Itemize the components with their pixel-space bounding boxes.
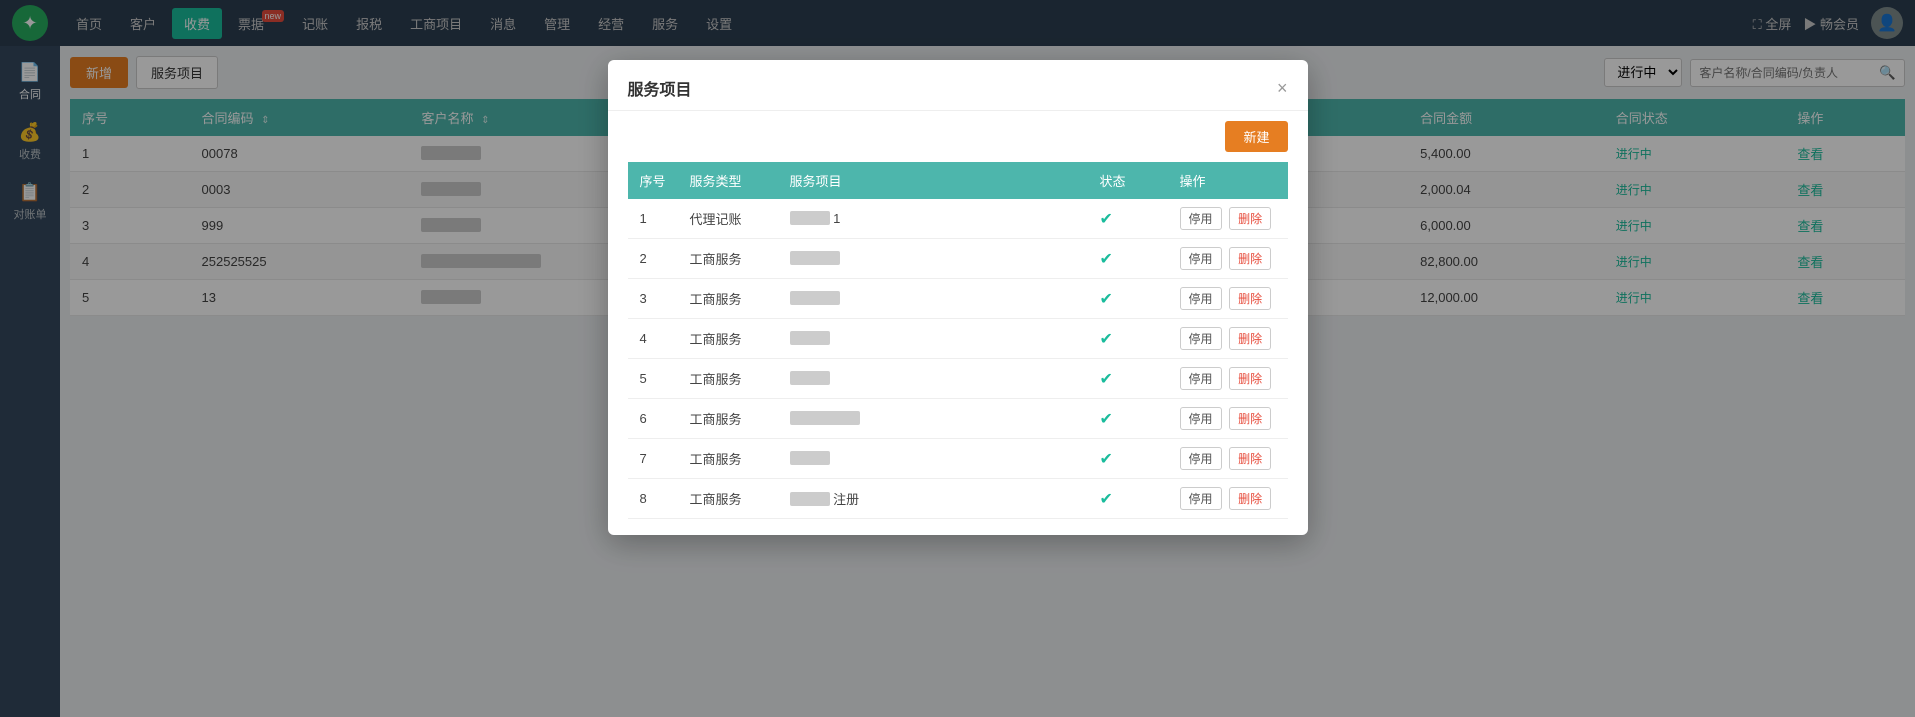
row-status: ✔: [1088, 319, 1168, 359]
service-row: 4 工商服务 ✔ 停用 删除: [628, 319, 1288, 359]
row-status: ✔: [1088, 479, 1168, 519]
delete-button[interactable]: 删除: [1229, 447, 1271, 470]
blurred-item: [790, 291, 840, 305]
delete-button[interactable]: 删除: [1229, 367, 1271, 390]
row-item: 注册: [778, 479, 1088, 519]
row-action: 停用 删除: [1168, 279, 1288, 319]
stop-button[interactable]: 停用: [1180, 447, 1222, 470]
modal-title: 服务项目: [628, 76, 692, 100]
col-item: 服务项目: [778, 162, 1088, 199]
service-row: 7 工商服务 ✔ 停用 删除: [628, 439, 1288, 479]
service-row: 1 代理记账 1 ✔ 停用 删除: [628, 199, 1288, 239]
row-seq: 3: [628, 279, 678, 319]
stop-button[interactable]: 停用: [1180, 407, 1222, 430]
stop-button[interactable]: 停用: [1180, 327, 1222, 350]
row-action: 停用 删除: [1168, 399, 1288, 439]
row-action: 停用 删除: [1168, 199, 1288, 239]
delete-button[interactable]: 删除: [1229, 487, 1271, 510]
stop-button[interactable]: 停用: [1180, 287, 1222, 310]
row-item: [778, 279, 1088, 319]
status-check-icon: ✔: [1100, 291, 1113, 308]
modal-close-button[interactable]: ×: [1277, 79, 1288, 97]
delete-button[interactable]: 删除: [1229, 207, 1271, 230]
row-item: [778, 439, 1088, 479]
row-type: 工商服务: [678, 439, 778, 479]
row-type: 代理记账: [678, 199, 778, 239]
row-status: ✔: [1088, 439, 1168, 479]
modal-new-button[interactable]: 新建: [1225, 121, 1287, 152]
row-seq: 2: [628, 239, 678, 279]
blurred-item: [790, 211, 830, 225]
row-seq: 8: [628, 479, 678, 519]
status-check-icon: ✔: [1100, 491, 1113, 508]
row-status: ✔: [1088, 399, 1168, 439]
stop-button[interactable]: 停用: [1180, 247, 1222, 270]
delete-button[interactable]: 删除: [1229, 327, 1271, 350]
service-row: 6 工商服务 ✔ 停用 删除: [628, 399, 1288, 439]
service-modal: 服务项目 × 新建 序号 服务类型 服务项目 状态 操作: [608, 60, 1308, 535]
row-seq: 1: [628, 199, 678, 239]
row-status: ✔: [1088, 199, 1168, 239]
row-action: 停用 删除: [1168, 319, 1288, 359]
delete-button[interactable]: 删除: [1229, 407, 1271, 430]
row-type: 工商服务: [678, 319, 778, 359]
blurred-item: [790, 251, 840, 265]
row-seq: 7: [628, 439, 678, 479]
stop-button[interactable]: 停用: [1180, 367, 1222, 390]
status-check-icon: ✔: [1100, 371, 1113, 388]
row-type: 工商服务: [678, 399, 778, 439]
delete-button[interactable]: 删除: [1229, 287, 1271, 310]
row-item: [778, 359, 1088, 399]
row-type: 工商服务: [678, 359, 778, 399]
row-action: 停用 删除: [1168, 439, 1288, 479]
row-action: 停用 删除: [1168, 479, 1288, 519]
col-type: 服务类型: [678, 162, 778, 199]
blurred-item: [790, 411, 860, 425]
service-table: 序号 服务类型 服务项目 状态 操作 1 代理记账 1 ✔ 停: [628, 162, 1288, 519]
status-check-icon: ✔: [1100, 251, 1113, 268]
status-check-icon: ✔: [1100, 331, 1113, 348]
row-status: ✔: [1088, 239, 1168, 279]
row-seq: 4: [628, 319, 678, 359]
service-row: 5 工商服务 ✔ 停用 删除: [628, 359, 1288, 399]
service-row: 2 工商服务 ✔ 停用 删除: [628, 239, 1288, 279]
row-action: 停用 删除: [1168, 359, 1288, 399]
row-item: 1: [778, 199, 1088, 239]
blurred-item: [790, 451, 830, 465]
service-row: 3 工商服务 ✔ 停用 删除: [628, 279, 1288, 319]
stop-button[interactable]: 停用: [1180, 487, 1222, 510]
row-item: [778, 239, 1088, 279]
row-seq: 5: [628, 359, 678, 399]
modal-toolbar: 新建: [608, 111, 1308, 162]
stop-button[interactable]: 停用: [1180, 207, 1222, 230]
row-item: [778, 319, 1088, 359]
row-status: ✔: [1088, 279, 1168, 319]
status-check-icon: ✔: [1100, 211, 1113, 228]
blurred-item: [790, 492, 830, 506]
modal-overlay: 服务项目 × 新建 序号 服务类型 服务项目 状态 操作: [0, 0, 1915, 717]
row-type: 工商服务: [678, 479, 778, 519]
service-table-header: 序号 服务类型 服务项目 状态 操作: [628, 162, 1288, 199]
service-row: 8 工商服务 注册 ✔ 停用 删除: [628, 479, 1288, 519]
row-type: 工商服务: [678, 279, 778, 319]
row-seq: 6: [628, 399, 678, 439]
modal-header: 服务项目 ×: [608, 60, 1308, 111]
delete-button[interactable]: 删除: [1229, 247, 1271, 270]
modal-body: 序号 服务类型 服务项目 状态 操作 1 代理记账 1 ✔ 停: [608, 162, 1308, 535]
status-check-icon: ✔: [1100, 451, 1113, 468]
row-type: 工商服务: [678, 239, 778, 279]
row-action: 停用 删除: [1168, 239, 1288, 279]
row-item: [778, 399, 1088, 439]
blurred-item: [790, 331, 830, 345]
status-check-icon: ✔: [1100, 411, 1113, 428]
blurred-item: [790, 371, 830, 385]
col-seq: 序号: [628, 162, 678, 199]
row-status: ✔: [1088, 359, 1168, 399]
col-action: 操作: [1168, 162, 1288, 199]
col-status: 状态: [1088, 162, 1168, 199]
